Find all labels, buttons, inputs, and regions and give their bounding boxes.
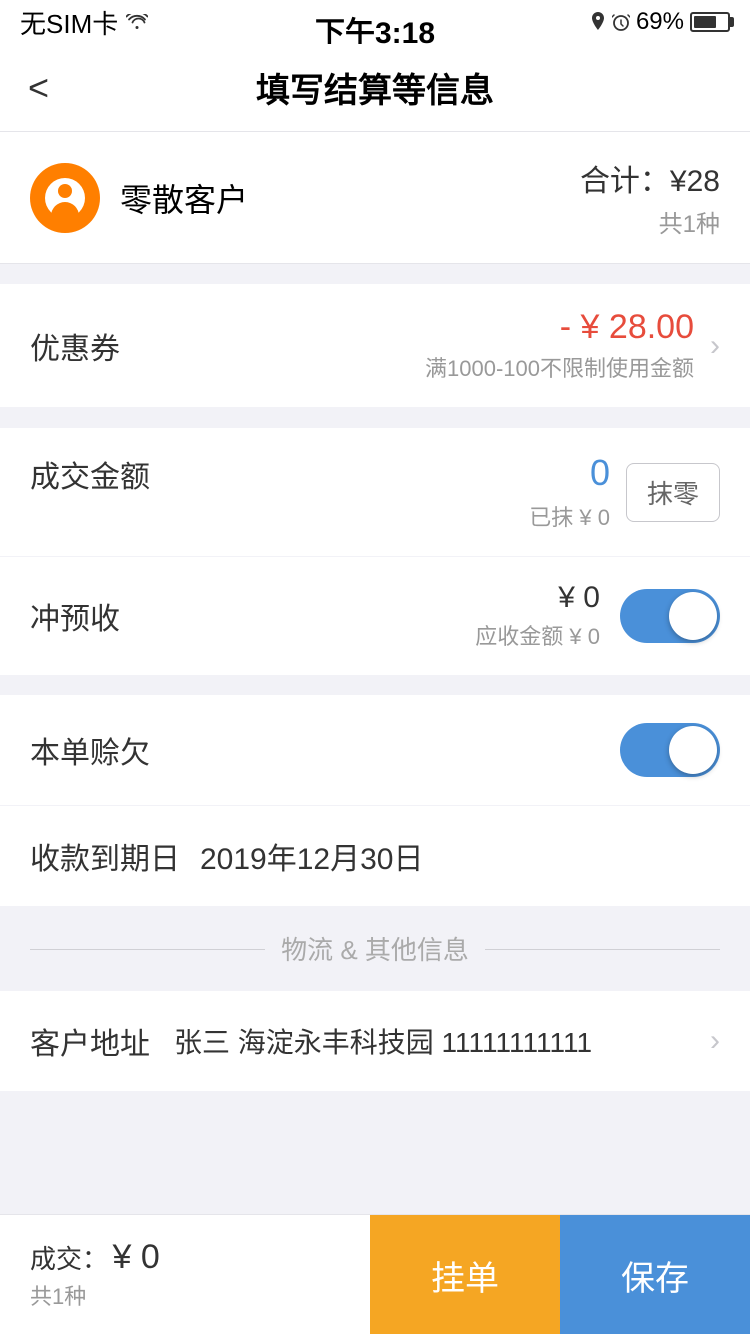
coupon-chevron: ›: [710, 329, 720, 363]
save-button[interactable]: 保存: [560, 1215, 750, 1334]
customer-info: 零散客户: [30, 163, 248, 233]
prepay-row: 冲预收 ¥ 0 应收金额 ¥ 0: [0, 556, 750, 675]
address-label: 客户地址: [30, 1019, 150, 1063]
battery-icon: [690, 12, 730, 32]
coupon-section: 优惠券 - ¥ 28.00 满1000-100不限制使用金额 ›: [0, 284, 750, 408]
alarm-icon: [612, 12, 630, 32]
toggle-knob: [669, 592, 717, 640]
deal-value: 0: [529, 452, 610, 494]
credit-section: 本单赊欠 收款到期日 2019年12月30日: [0, 695, 750, 906]
customer-row: 零散客户 合计：¥28 共1种: [0, 132, 750, 264]
pending-button[interactable]: 挂单: [370, 1215, 560, 1334]
address-chevron: ›: [710, 1024, 720, 1058]
prepay-toggle[interactable]: [620, 589, 720, 643]
avatar-icon: [45, 178, 85, 218]
status-right: 69%: [590, 8, 730, 36]
prepay-main-value: ¥ 0: [475, 581, 600, 615]
address-left: 客户地址 张三 海淀永丰科技园 11111111111: [30, 1019, 592, 1063]
content: 零散客户 合计：¥28 共1种 优惠券 - ¥ 28.00 满1000-100不…: [0, 132, 750, 1291]
deal-value-block: 0 已抹 ¥ 0: [529, 452, 610, 532]
divider-1: [0, 264, 750, 284]
divider-3: [0, 675, 750, 695]
credit-toggle[interactable]: [620, 723, 720, 777]
bottom-deal-amount: ¥ 0: [112, 1238, 159, 1276]
sim-text: 无SIM卡: [20, 4, 118, 41]
coupon-label: 优惠券: [30, 324, 120, 368]
coupon-discount: - ¥ 28.00: [425, 308, 694, 347]
bottom-deal-label: 成交：: [30, 1244, 108, 1274]
battery-percent: 69%: [636, 8, 684, 36]
total-amount: 合计：¥28: [580, 156, 720, 200]
logistics-label: 物流 & 其他信息: [265, 935, 485, 965]
location-icon: [590, 12, 606, 32]
deal-amount-label: 成交金额: [30, 452, 150, 496]
prepay-label: 冲预收: [30, 594, 120, 638]
page-title: 填写结算等信息: [256, 63, 494, 112]
wifi-icon: [126, 14, 148, 30]
logistics-divider: 物流 & 其他信息: [0, 906, 750, 991]
prepay-sub: 应收金额 ¥ 0: [475, 619, 600, 651]
customer-total: 合计：¥28 共1种: [580, 156, 720, 239]
coupon-note: 满1000-100不限制使用金额: [425, 351, 694, 383]
status-left: 无SIM卡: [20, 4, 148, 41]
bottom-deal-line: 成交： ¥ 0: [30, 1238, 340, 1277]
deal-right: 0 已抹 ¥ 0 抹零: [529, 452, 720, 532]
prepay-value-block: ¥ 0 应收金额 ¥ 0: [475, 581, 600, 651]
credit-row: 本单赊欠: [0, 695, 750, 805]
deal-amount-row: 成交金额 0 已抹 ¥ 0 抹零: [0, 428, 750, 556]
nav-bar: < 填写结算等信息: [0, 44, 750, 132]
coupon-row[interactable]: 优惠券 - ¥ 28.00 满1000-100不限制使用金额 ›: [0, 284, 750, 408]
deal-section: 成交金额 0 已抹 ¥ 0 抹零 冲预收 ¥ 0 应收金额 ¥ 0: [0, 428, 750, 675]
status-bar: 无SIM卡 下午3:18 69%: [0, 0, 750, 44]
due-date-value: 2019年12月30日: [200, 834, 423, 878]
due-date-label: 收款到期日: [30, 834, 180, 878]
round-zero-button[interactable]: 抹零: [626, 463, 720, 522]
due-date-row: 收款到期日 2019年12月30日: [0, 805, 750, 906]
credit-label: 本单赊欠: [30, 728, 150, 772]
total-count: 共1种: [580, 204, 720, 239]
address-row[interactable]: 客户地址 张三 海淀永丰科技园 11111111111 ›: [0, 991, 750, 1091]
bottom-count: 共1种: [30, 1279, 340, 1311]
deal-sub: 已抹 ¥ 0: [529, 500, 610, 532]
coupon-right: - ¥ 28.00 满1000-100不限制使用金额 ›: [425, 308, 720, 383]
address-value: 张三 海淀永丰科技园 11111111111: [174, 1021, 592, 1061]
address-section: 客户地址 张三 海淀永丰科技园 11111111111 ›: [0, 991, 750, 1091]
bottom-bar: 成交： ¥ 0 共1种 挂单 保存: [0, 1214, 750, 1334]
customer-name: 零散客户: [120, 175, 248, 221]
divider-2: [0, 408, 750, 428]
bottom-summary: 成交： ¥ 0 共1种: [0, 1215, 370, 1334]
back-button[interactable]: <: [28, 67, 49, 109]
credit-toggle-knob: [669, 726, 717, 774]
prepay-right: ¥ 0 应收金额 ¥ 0: [475, 581, 720, 651]
customer-section: 零散客户 合计：¥28 共1种: [0, 132, 750, 264]
coupon-value-block: - ¥ 28.00 满1000-100不限制使用金额: [425, 308, 694, 383]
customer-avatar: [30, 163, 100, 233]
